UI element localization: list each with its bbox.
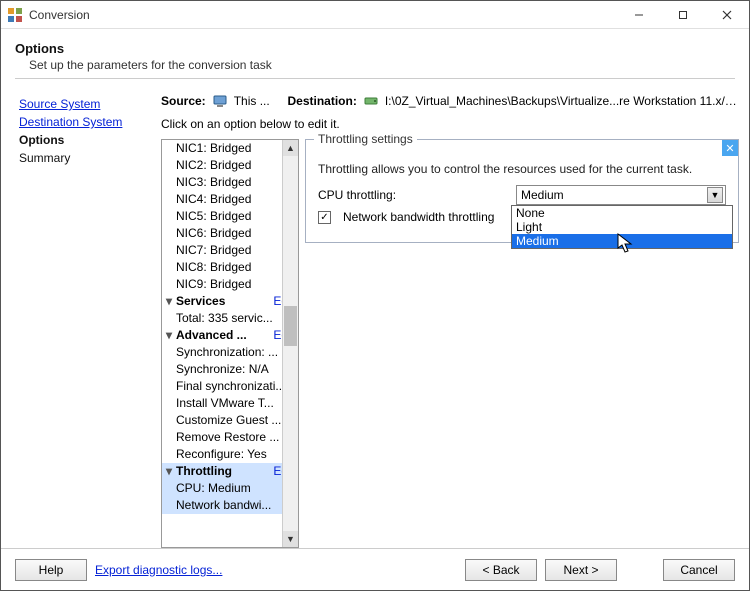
tree-nic-7[interactable]: NIC7: Bridged	[162, 242, 298, 259]
page-subtitle: Set up the parameters for the conversion…	[15, 58, 735, 72]
tree-throttling-item-1[interactable]: Network bandwi...	[162, 497, 298, 514]
scroll-down-button[interactable]: ▼	[283, 531, 298, 547]
app-icon	[7, 7, 23, 23]
conversion-window: Conversion Options Set up the parameters…	[0, 0, 750, 591]
help-button[interactable]: Help	[15, 559, 87, 581]
body: Source System Destination System Options…	[1, 87, 749, 548]
throttling-description: Throttling allows you to control the res…	[318, 162, 726, 176]
tree-advanced-item-1[interactable]: Synchronize: N/A	[162, 361, 298, 378]
throttling-panel: Throttling settings ✕ Throttling allows …	[305, 139, 739, 548]
options-tree[interactable]: NIC1: BridgedNIC2: BridgedNIC3: BridgedN…	[161, 139, 299, 548]
window-title: Conversion	[29, 8, 90, 22]
combobox-arrow-icon[interactable]: ▼	[707, 187, 723, 203]
network-throttling-label: Network bandwidth throttling	[343, 210, 494, 224]
export-diagnostic-link[interactable]: Export diagnostic logs...	[95, 563, 222, 577]
minimize-button[interactable]	[617, 1, 661, 28]
cpu-throttling-row: CPU throttling: Medium ▼	[318, 184, 726, 206]
groupbox-title: Throttling settings	[314, 132, 417, 146]
maximize-button[interactable]	[661, 1, 705, 28]
footer: Help Export diagnostic logs... < Back Ne…	[1, 548, 749, 590]
header-rule	[15, 78, 735, 79]
close-button[interactable]	[705, 1, 749, 28]
nav-destination-system[interactable]: Destination System	[19, 113, 153, 131]
tree-advanced-item-5[interactable]: Remove Restore ...	[162, 429, 298, 446]
dropdown-option-medium[interactable]: Medium	[512, 234, 732, 248]
tree-advanced-item-6[interactable]: Reconfigure: Yes	[162, 446, 298, 463]
scroll-thumb[interactable]	[284, 306, 297, 346]
tree-nic-9[interactable]: NIC9: Bridged	[162, 276, 298, 293]
source-computer-icon	[212, 93, 228, 109]
tree-advanced-item-3[interactable]: Install VMware T...	[162, 395, 298, 412]
source-value: This ...	[234, 94, 270, 108]
window-controls	[617, 1, 749, 28]
tree-nic-6[interactable]: NIC6: Bridged	[162, 225, 298, 242]
collapse-arrow-icon[interactable]: ▾	[166, 327, 176, 344]
main-panel: Source: This ... Destination: I:\0Z_Virt…	[161, 87, 739, 548]
tree-nic-8[interactable]: NIC8: Bridged	[162, 259, 298, 276]
tree-scrollbar[interactable]: ▲ ▼	[282, 140, 298, 547]
collapse-arrow-icon[interactable]: ▾	[166, 463, 176, 480]
groupbox-close-icon[interactable]: ✕	[722, 140, 738, 156]
tree-advanced-item-4[interactable]: Customize Guest ...	[162, 412, 298, 429]
tree-services-group[interactable]: ▾ServicesEdit	[162, 293, 298, 310]
destination-label: Destination:	[288, 94, 357, 108]
scroll-track[interactable]	[283, 156, 298, 531]
destination-value: I:\0Z_Virtual_Machines\Backups\Virtualiz…	[385, 94, 739, 108]
tree-services-total[interactable]: Total: 335 servic...	[162, 310, 298, 327]
cpu-throttling-label: CPU throttling:	[318, 188, 508, 202]
wizard-nav: Source System Destination System Options…	[11, 87, 161, 548]
source-label: Source:	[161, 94, 206, 108]
cpu-throttling-combobox[interactable]: Medium ▼	[516, 185, 726, 205]
page-title: Options	[15, 41, 735, 56]
titlebar: Conversion	[1, 1, 749, 29]
tree-advanced-item-0[interactable]: Synchronization: ...	[162, 344, 298, 361]
scroll-up-button[interactable]: ▲	[283, 140, 298, 156]
nav-source-system[interactable]: Source System	[19, 95, 153, 113]
dropdown-option-light[interactable]: Light	[512, 220, 732, 234]
dropdown-option-none[interactable]: None	[512, 206, 732, 220]
back-button[interactable]: < Back	[465, 559, 537, 581]
cpu-throttling-dropdown[interactable]: None Light Medium	[511, 205, 733, 249]
page-header: Options Set up the parameters for the co…	[1, 29, 749, 87]
network-throttling-checkbox[interactable]: ✓	[318, 211, 331, 224]
nav-summary: Summary	[19, 149, 153, 167]
tree-advanced-group[interactable]: ▾Advanced ...Edit	[162, 327, 298, 344]
tree-advanced-item-2[interactable]: Final synchronizati...	[162, 378, 298, 395]
nav-options: Options	[19, 131, 153, 149]
cancel-button[interactable]: Cancel	[663, 559, 735, 581]
tree-throttling-group[interactable]: ▾ThrottlingEdit	[162, 463, 298, 480]
next-button[interactable]: Next >	[545, 559, 617, 581]
tree-nic-5[interactable]: NIC5: Bridged	[162, 208, 298, 225]
collapse-arrow-icon[interactable]: ▾	[166, 293, 176, 310]
tree-nic-1[interactable]: NIC1: Bridged	[162, 140, 298, 157]
tree-throttling-item-0[interactable]: CPU: Medium	[162, 480, 298, 497]
cpu-throttling-value: Medium	[521, 188, 564, 202]
tree-nic-2[interactable]: NIC2: Bridged	[162, 157, 298, 174]
tree-nic-3[interactable]: NIC3: Bridged	[162, 174, 298, 191]
instruction-text: Click on an option below to edit it.	[161, 117, 739, 131]
destination-disk-icon	[363, 93, 379, 109]
source-destination-row: Source: This ... Destination: I:\0Z_Virt…	[161, 93, 739, 109]
tree-nic-4[interactable]: NIC4: Bridged	[162, 191, 298, 208]
